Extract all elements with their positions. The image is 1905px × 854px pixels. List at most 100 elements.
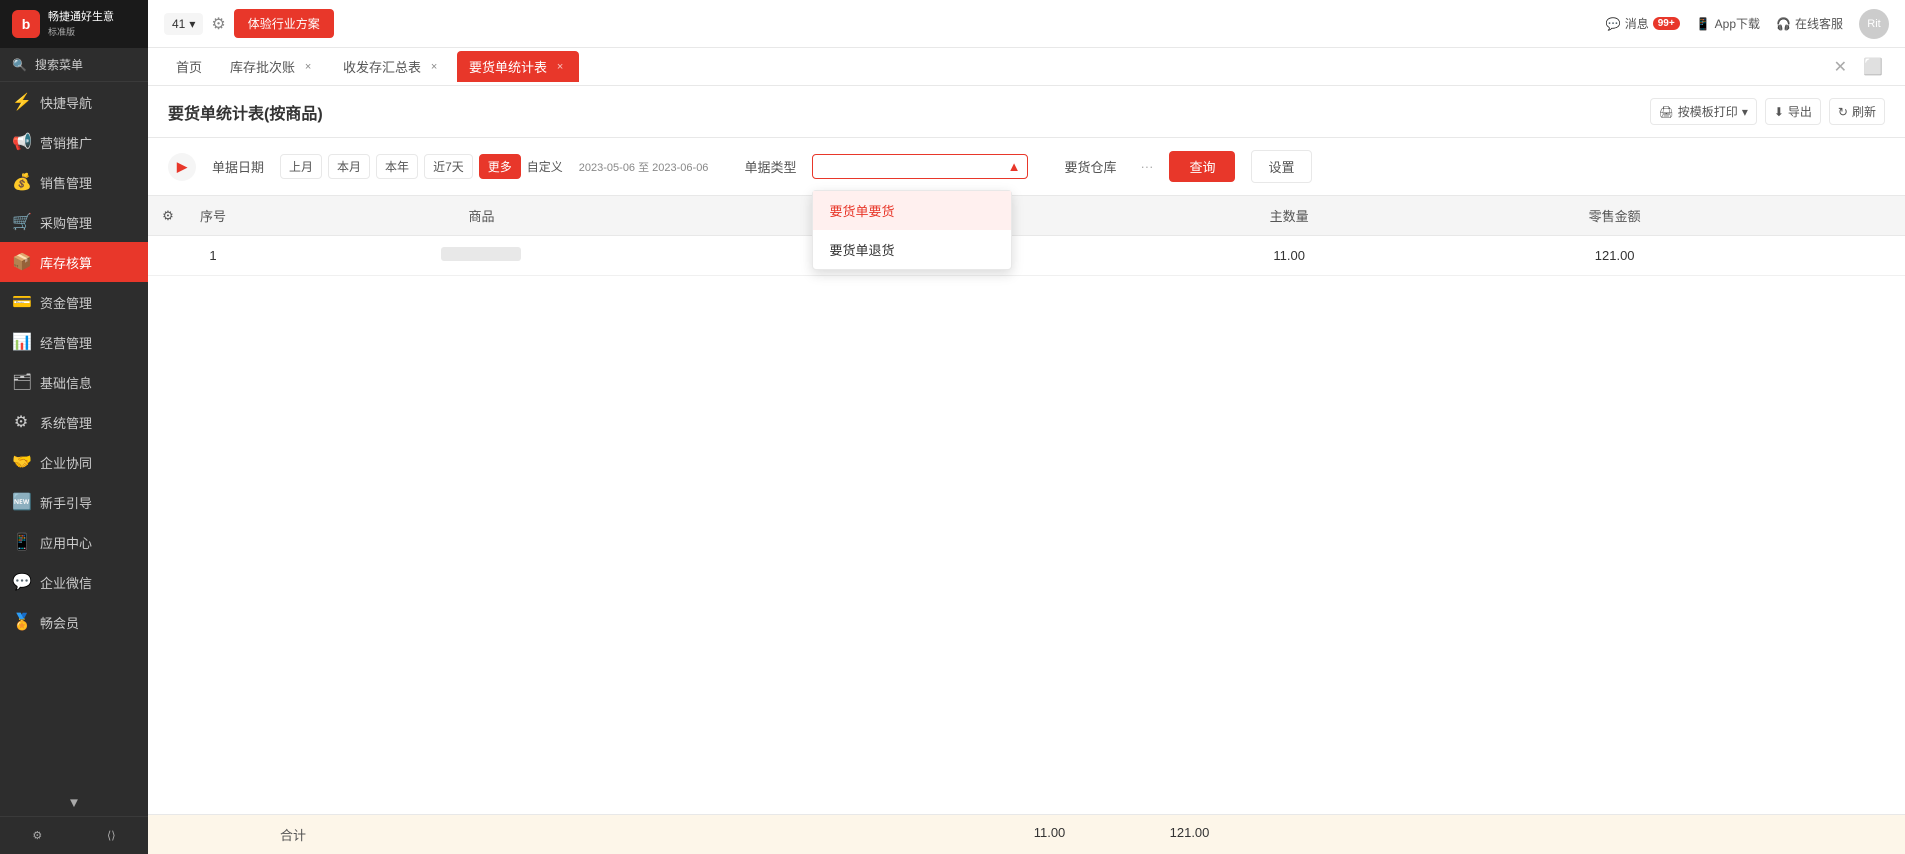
purchase-icon: 🛒 bbox=[12, 212, 30, 232]
sidebar-item-system[interactable]: ⚙ 系统管理 bbox=[0, 402, 148, 442]
topbar-right: 💬 消息 99+ 📱 App下载 🎧 在线客服 Rit bbox=[1606, 9, 1889, 39]
app-download-label: App下载 bbox=[1715, 15, 1760, 32]
product-placeholder bbox=[441, 247, 521, 261]
page-header: 要货单统计表(按商品) 🖨 按模板打印 ▾ ⬇ 导出 ↻ 刷新 bbox=[148, 86, 1905, 138]
tab-inventory-batch-close[interactable]: × bbox=[301, 60, 315, 74]
logo-text-block: 畅捷通好生意 标准版 bbox=[48, 10, 114, 37]
basic-info-icon: 🗂 bbox=[12, 372, 30, 392]
date-btn-this-month[interactable]: 本月 bbox=[328, 154, 370, 179]
page-title: 要货单统计表(按商品) bbox=[168, 100, 323, 124]
tab-home-label: 首页 bbox=[176, 57, 202, 76]
printer-icon: 🖨 bbox=[1659, 105, 1674, 119]
finance-icon: 💳 bbox=[12, 292, 30, 312]
user-avatar-text: Rit bbox=[1867, 18, 1880, 30]
filter-settings-btn[interactable]: 设置 bbox=[1251, 150, 1311, 183]
table-footer: 合计 11.00 121.00 bbox=[148, 814, 1905, 854]
filter-toggle-btn[interactable]: ▶ bbox=[168, 153, 196, 181]
message-icon: 💬 bbox=[1606, 17, 1621, 31]
search-menu-item[interactable]: 🔍 搜索菜单 bbox=[0, 48, 148, 82]
type-filter-input[interactable] bbox=[812, 154, 1028, 179]
table-header-row: ⚙ 序号 商品 主计量单位 主数量 零售金额 bbox=[148, 196, 1905, 236]
enterprise-icon: 🤝 bbox=[12, 452, 30, 472]
dropdown-item-order-return[interactable]: 要货单退货 bbox=[813, 230, 1011, 269]
query-btn[interactable]: 查询 bbox=[1169, 151, 1235, 182]
header-actions: 🖨 按模板打印 ▾ ⬇ 导出 ↻ 刷新 bbox=[1650, 98, 1885, 125]
app-download-btn[interactable]: 📱 App下载 bbox=[1696, 15, 1760, 32]
sidebar-collapse-btn[interactable]: ⟨⟩ bbox=[99, 825, 124, 846]
industry-btn[interactable]: 体验行业方案 bbox=[234, 9, 334, 38]
refresh-btn[interactable]: ↻ 刷新 bbox=[1829, 98, 1885, 125]
online-service-btn[interactable]: 🎧 在线客服 bbox=[1776, 15, 1843, 32]
tab-close-all-btn[interactable]: ✕ bbox=[1828, 55, 1853, 79]
date-btn-last-7days[interactable]: 近7天 bbox=[424, 154, 473, 179]
sidebar-item-label: 销售管理 bbox=[40, 173, 92, 192]
type-filter-chevron-up[interactable]: ▲ bbox=[1008, 159, 1021, 174]
refresh-icon: ↻ bbox=[1838, 105, 1848, 119]
dropdown-item-order-goods[interactable]: 要货单要货 bbox=[813, 191, 1011, 230]
app-logo-icon: b bbox=[12, 10, 40, 38]
sidebar-item-operations[interactable]: 📊 经营管理 bbox=[0, 322, 148, 362]
sidebar-bottom: ⚙ ⟨⟩ bbox=[0, 816, 148, 854]
topbar-settings-icon[interactable]: ⚙ bbox=[211, 14, 225, 34]
col-header-settings[interactable]: ⚙ bbox=[148, 196, 188, 236]
filter-area: ▶ 单据日期 上月 本月 本年 近7天 更多 自定义 2023-05-06 至 … bbox=[148, 138, 1905, 196]
warehouse-label: 要货仓库 bbox=[1064, 157, 1116, 176]
user-avatar[interactable]: Rit bbox=[1859, 9, 1889, 39]
sidebar-item-marketing[interactable]: 📢 营销推广 bbox=[0, 122, 148, 162]
date-custom-btn[interactable]: 自定义 bbox=[527, 158, 563, 175]
notification-btn[interactable]: 💬 消息 99+ bbox=[1606, 15, 1680, 32]
sidebar-settings-btn[interactable]: ⚙ bbox=[24, 825, 50, 846]
settings-icon: ⚙ bbox=[32, 829, 42, 842]
tab-order-stats-label: 要货单统计表 bbox=[469, 57, 547, 76]
data-table: ⚙ 序号 商品 主计量单位 主数量 零售金额 1 bbox=[148, 196, 1905, 276]
sidebar-item-label: 快捷导航 bbox=[40, 93, 92, 112]
row-extra bbox=[1793, 236, 1905, 276]
sidebar-item-sales[interactable]: 💰 销售管理 bbox=[0, 162, 148, 202]
tab-receivables[interactable]: 收发存汇总表 × bbox=[331, 51, 453, 82]
col-header-no: 序号 bbox=[188, 196, 238, 236]
tab-inventory-batch-label: 库存批次账 bbox=[230, 57, 295, 76]
date-filter-label: 单据日期 bbox=[212, 157, 264, 176]
tab-order-stats-close[interactable]: × bbox=[553, 60, 567, 74]
sidebar-item-basic-info[interactable]: 🗂 基础信息 bbox=[0, 362, 148, 402]
sidebar-item-inventory[interactable]: 📦 库存核算 bbox=[0, 242, 148, 282]
date-btn-more[interactable]: 更多 bbox=[479, 154, 521, 179]
footer-settings bbox=[160, 825, 200, 844]
sidebar-item-label: 库存核算 bbox=[40, 253, 92, 272]
page-content: 要货单统计表(按商品) 🖨 按模板打印 ▾ ⬇ 导出 ↻ 刷新 bbox=[148, 86, 1905, 854]
sidebar-item-membership[interactable]: 🏅 畅会员 bbox=[0, 602, 148, 642]
store-selector[interactable]: 41 ▾ bbox=[164, 13, 203, 35]
date-btn-this-year[interactable]: 本年 bbox=[376, 154, 418, 179]
sidebar-item-purchase[interactable]: 🛒 采购管理 bbox=[0, 202, 148, 242]
date-btn-last-month[interactable]: 上月 bbox=[280, 154, 322, 179]
sidebar-item-enterprise[interactable]: 🤝 企业协同 bbox=[0, 442, 148, 482]
export-btn-label: 导出 bbox=[1788, 103, 1812, 120]
notification-badge: 99+ bbox=[1653, 17, 1680, 30]
tab-home[interactable]: 首页 bbox=[164, 51, 214, 82]
footer-quantity: 11.00 bbox=[990, 825, 1110, 844]
sidebar-item-label: 经营管理 bbox=[40, 333, 92, 352]
col-header-product: 商品 bbox=[238, 196, 725, 236]
topbar-left: 41 ▾ ⚙ 体验行业方案 bbox=[164, 9, 1594, 38]
sidebar-item-corp-wechat[interactable]: 💬 企业微信 bbox=[0, 562, 148, 602]
sidebar-item-guide[interactable]: 🆕 新手引导 bbox=[0, 482, 148, 522]
tab-inventory-batch[interactable]: 库存批次账 × bbox=[218, 51, 327, 82]
sidebar-item-finance[interactable]: 💳 资金管理 bbox=[0, 282, 148, 322]
sidebar-item-label: 采购管理 bbox=[40, 213, 92, 232]
tab-order-stats[interactable]: 要货单统计表 × bbox=[457, 51, 579, 82]
sidebar-item-quick-nav[interactable]: ⚡ 快捷导航 bbox=[0, 82, 148, 122]
app-name: 畅捷通好生意 bbox=[48, 10, 114, 24]
footer-label: 合计 bbox=[280, 825, 306, 844]
print-btn[interactable]: 🖨 按模板打印 ▾ bbox=[1650, 98, 1757, 125]
tab-receivables-close[interactable]: × bbox=[427, 60, 441, 74]
topbar: 41 ▾ ⚙ 体验行业方案 💬 消息 99+ 📱 App下载 🎧 在线客服 Ri… bbox=[148, 0, 1905, 48]
print-btn-label: 按模板打印 bbox=[1678, 103, 1738, 120]
sidebar-item-app-center[interactable]: 📱 应用中心 bbox=[0, 522, 148, 562]
export-btn[interactable]: ⬇ 导出 bbox=[1765, 98, 1821, 125]
table-wrap: ⚙ 序号 商品 主计量单位 主数量 零售金额 1 bbox=[148, 196, 1905, 814]
sidebar-scroll-down[interactable]: ▼ bbox=[0, 791, 148, 814]
tab-more-btn[interactable]: ⬜ bbox=[1857, 55, 1889, 79]
table-row: 1 块 11.00 121.00 bbox=[148, 236, 1905, 276]
warehouse-dots-btn[interactable]: ··· bbox=[1140, 159, 1153, 174]
sidebar-item-label: 基础信息 bbox=[40, 373, 92, 392]
